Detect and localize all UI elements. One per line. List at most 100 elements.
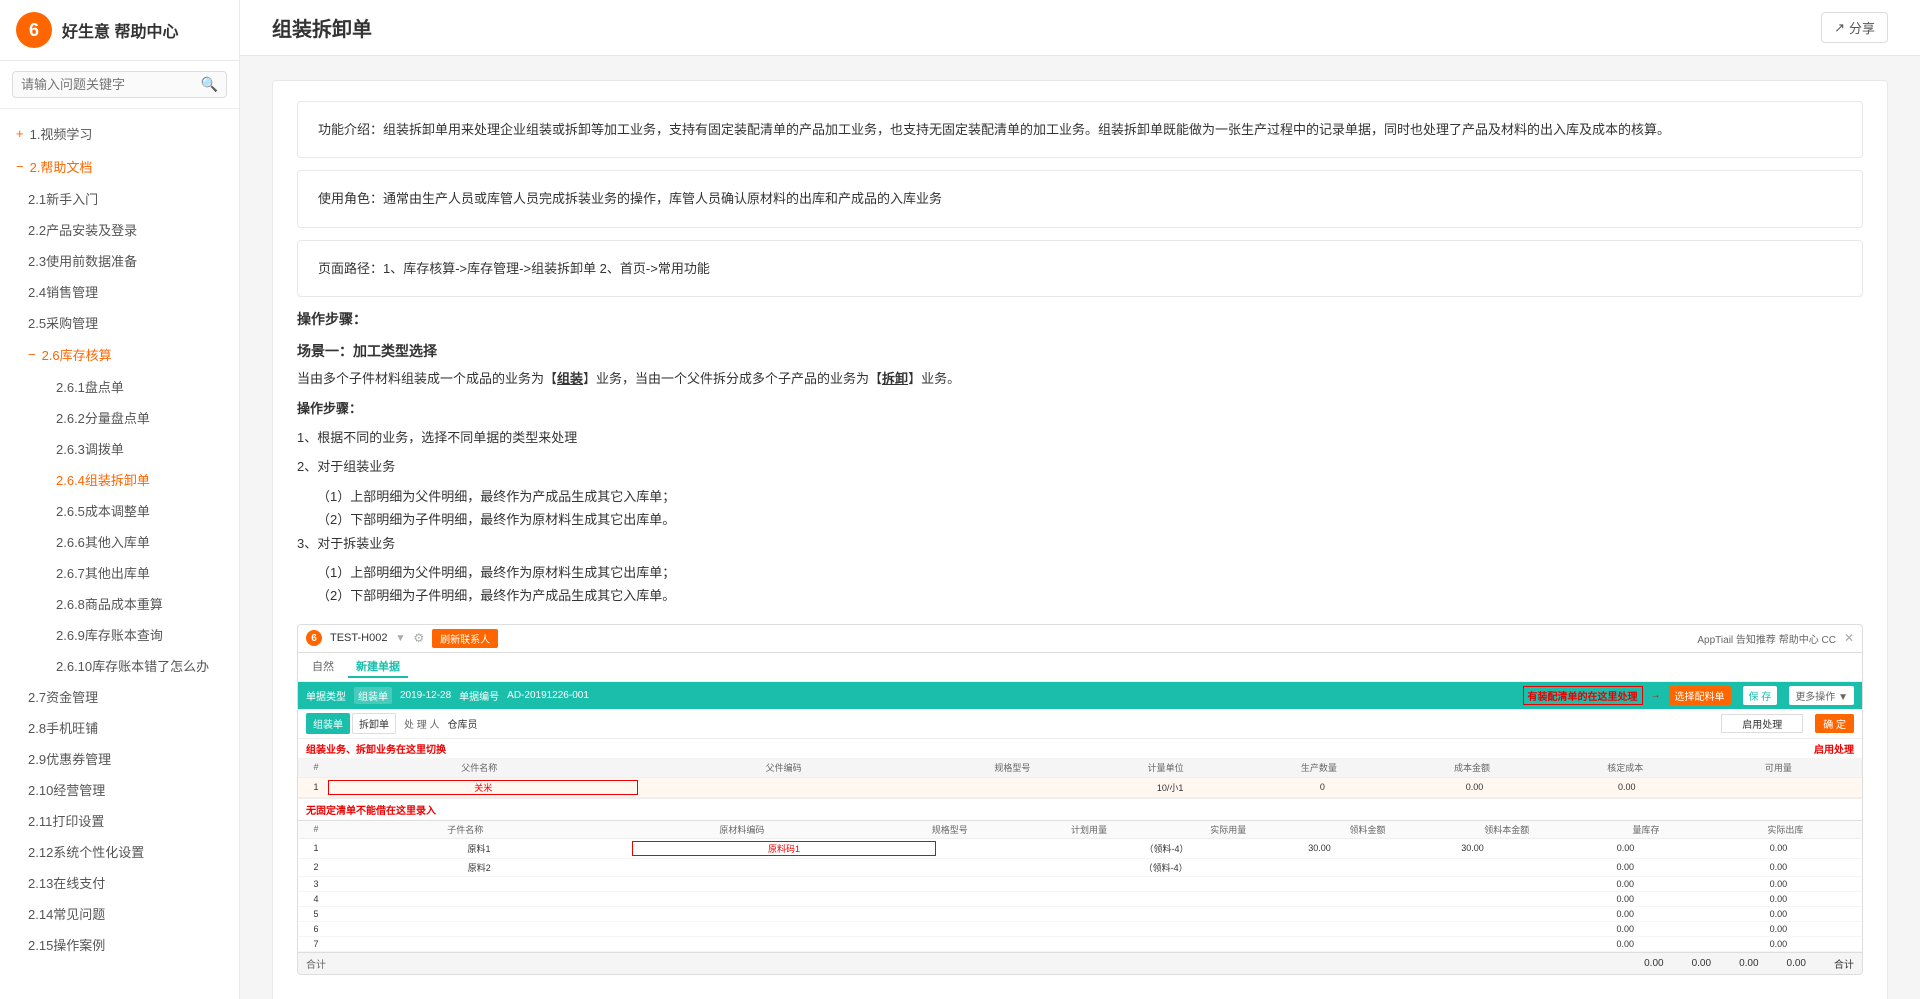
ss-sub-col-pick-amt: 领料金额 xyxy=(1299,823,1436,836)
sidebar-item-2-14[interactable]: 2.14常见问题 xyxy=(28,898,239,929)
ss-sub-table-header: # 子件名称 原材料编码 规格型号 计划用量 实际用量 领料金额 领料本金额 量… xyxy=(298,820,1862,839)
ss-confirm-btn[interactable]: 确 定 xyxy=(1815,714,1854,733)
ss-type-select: 组装单 xyxy=(354,687,392,704)
ss-sub-annotation-row: 无固定清单不能借在这里录入 xyxy=(298,798,1862,820)
sidebar-item-2-10[interactable]: 2.10经营管理 xyxy=(28,774,239,805)
ss-top-icons: AppTiail 告知推荐 帮助中心 CC xyxy=(1697,631,1836,646)
sidebar-item-2-5[interactable]: 2.5采购管理 xyxy=(28,307,239,338)
ss-gear-icon: ⚙ xyxy=(413,631,424,645)
sidebar-item-2-6-3[interactable]: 2.6.3调拨单 xyxy=(56,433,239,464)
ss-teal-bar: 单据类型 组装单 2019-12-28 单据编号 AD-20191226-001… xyxy=(298,682,1862,709)
sidebar-item-2-6-9[interactable]: 2.6.9库存账本查询 xyxy=(56,619,239,650)
share-label: 分享 xyxy=(1849,18,1875,37)
ss-footer: 合计 0.00 0.00 0.00 0.00 合计 xyxy=(298,952,1862,974)
step3-sub1: （1）上部明细为父件明细，最终作为原材料生成其它出库单； xyxy=(317,561,1863,584)
sidebar-item-2-8[interactable]: 2.8手机旺铺 xyxy=(28,712,239,743)
ss-col-spec: 规格型号 xyxy=(937,761,1088,774)
ss-cell-unit: 10/小1 xyxy=(1095,781,1245,794)
sidebar-item-2-6-1[interactable]: 2.6.1盘点单 xyxy=(56,371,239,402)
ss-logo: 6 xyxy=(306,630,322,646)
ss-annotation-switch: 组装业务、拆卸业务在这里切换 xyxy=(306,741,446,756)
ss-btn-assemble[interactable]: 组装单 xyxy=(306,713,350,734)
nav-tree: + 1.视频学习 − 2.帮助文档 2.1新手入门 2.2产品安装及登录 2.3… xyxy=(0,109,239,999)
ss-sub-row-4: 4 0.00 0.00 xyxy=(298,892,1862,907)
ss-enable-input[interactable]: 启用处理 xyxy=(1721,714,1803,733)
ss-col-avail: 可用量 xyxy=(1703,761,1854,774)
sidebar-item-2-13[interactable]: 2.13在线支付 xyxy=(28,867,239,898)
ss-close-icon[interactable]: ✕ xyxy=(1844,631,1854,645)
sidebar-item-2-4[interactable]: 2.4销售管理 xyxy=(28,276,239,307)
sidebar-item-2-11[interactable]: 2.11打印设置 xyxy=(28,805,239,836)
sidebar-item-label: 1.视频学习 xyxy=(30,124,93,143)
ss-sub-row-3: 3 0.00 0.00 xyxy=(298,877,1862,892)
sidebar-item-2-12[interactable]: 2.12系统个性化设置 xyxy=(28,836,239,867)
search-box: 🔍 xyxy=(0,61,239,109)
sidebar-item-2-6-5[interactable]: 2.6.5成本调整单 xyxy=(56,495,239,526)
sidebar-item-label: 2.帮助文档 xyxy=(30,157,93,176)
content-section: 功能介绍：组装拆卸单用来处理企业组装或拆卸等加工业务，支持有固定装配清单的产品加… xyxy=(272,80,1888,999)
ss-dropdown-icon: ▼ xyxy=(395,633,405,644)
path-text: 页面路径：1、库存核算->库存管理->组装拆卸单 2、首页->常用功能 xyxy=(318,257,1842,280)
sidebar-header: 6 好生意 帮助中心 xyxy=(0,0,239,61)
sidebar-item-2-3[interactable]: 2.3使用前数据准备 xyxy=(28,245,239,276)
ss-btn-disassemble[interactable]: 拆卸单 xyxy=(352,713,396,734)
sidebar-item-2-1[interactable]: 2.1新手入门 xyxy=(28,183,239,214)
sidebar-item-2-2[interactable]: 2.2产品安装及登录 xyxy=(28,214,239,245)
ss-form-row: 组装单 拆卸单 处 理 人 仓库员 启用处理 确 定 xyxy=(298,709,1862,739)
ss-save-btn[interactable]: 保 存 xyxy=(1743,686,1778,705)
ss-dept-label: 处 理 人 xyxy=(404,716,440,731)
ss-doc-type-label: 单据类型 xyxy=(306,688,346,703)
ss-col-fixed-cost: 核定成本 xyxy=(1550,761,1701,774)
step2-sub1: （1）上部明细为父件明细，最终作为产成品生成其它入库单； xyxy=(317,485,1863,508)
ss-sub-col-num: # xyxy=(306,824,326,834)
main-content: 功能介绍：组装拆卸单用来处理企业组装或拆卸等加工业务，支持有固定装配清单的产品加… xyxy=(240,56,1920,999)
share-button[interactable]: ↗ 分享 xyxy=(1821,12,1888,43)
scene1-steps-label: 操作步骤： xyxy=(297,397,1863,420)
collapse-icon-2-6: − xyxy=(28,347,36,362)
sidebar-sub-help: 2.1新手入门 2.2产品安装及登录 2.3使用前数据准备 2.4销售管理 2.… xyxy=(0,183,239,960)
sidebar-item-2-7[interactable]: 2.7资金管理 xyxy=(28,681,239,712)
search-input[interactable] xyxy=(21,77,201,92)
sidebar-item-2-15[interactable]: 2.15操作案例 xyxy=(28,929,239,960)
ss-more-btn[interactable]: 更多操作 ▼ xyxy=(1789,686,1854,705)
sidebar: 6 好生意 帮助中心 🔍 + 1.视频学习 − 2.帮助文档 2.1新手入门 2… xyxy=(0,0,240,999)
ss-sub-row-5: 5 0.00 0.00 xyxy=(298,907,1862,922)
sidebar-item-2-6-6[interactable]: 2.6.6其他入库单 xyxy=(56,526,239,557)
ss-tab-natural[interactable]: 自然 xyxy=(304,656,342,678)
sidebar-item-2-9[interactable]: 2.9优惠券管理 xyxy=(28,743,239,774)
ss-cell-cost-amt: 0.00 xyxy=(1399,782,1549,792)
ss-cell-prod-qty: 0 xyxy=(1247,782,1397,792)
ss-tab-new[interactable]: 新建单据 xyxy=(348,656,408,678)
ss-doc-num-label: 单据编号 xyxy=(459,688,499,703)
sidebar-item-2-6-7[interactable]: 2.6.7其他出库单 xyxy=(56,557,239,588)
sidebar-item-2-6-2[interactable]: 2.6.2分量盘点单 xyxy=(56,402,239,433)
search-icon[interactable]: 🔍 xyxy=(201,76,218,93)
ss-company-id: TEST-H002 xyxy=(330,632,387,644)
ss-sub-row-6: 6 0.00 0.00 xyxy=(298,922,1862,937)
ss-sub-col-spec: 规格型号 xyxy=(881,823,1018,836)
sidebar-item-2-6-10[interactable]: 2.6.10库存账本错了怎么办 xyxy=(56,650,239,681)
sidebar-item-2-6-4[interactable]: 2.6.4组装拆卸单 xyxy=(56,464,239,495)
ss-sub-col-code: 原材料编码 xyxy=(605,823,880,836)
ss-col-cost: 成本金额 xyxy=(1396,761,1547,774)
sidebar-item-2-6-8[interactable]: 2.6.8商品成本重算 xyxy=(56,588,239,619)
step3-list: （1）上部明细为父件明细，最终作为原材料生成其它出库单； （2）下部明细为子件明… xyxy=(297,561,1863,608)
path-block: 页面路径：1、库存核算->库存管理->组装拆卸单 2、首页->常用功能 xyxy=(297,240,1863,297)
ss-annotation-enable: 启用处理 xyxy=(1814,741,1854,756)
role-block: 使用角色：通常由生产人员或库管人员完成拆装业务的操作，库管人员确认原材料的出库和… xyxy=(297,170,1863,227)
role-text: 使用角色：通常由生产人员或库管人员完成拆装业务的操作，库管人员确认原材料的出库和… xyxy=(318,187,1842,210)
ss-refresh-btn[interactable]: 刷新联系人 xyxy=(432,629,498,648)
sidebar-sub-2-6: 2.6.1盘点单 2.6.2分量盘点单 2.6.3调拨单 2.6.4组装拆卸单 … xyxy=(28,371,239,681)
sidebar-item-2-6[interactable]: − 2.6库存核算 xyxy=(28,338,239,371)
ss-type-btns: 组装单 拆卸单 xyxy=(306,713,396,734)
sidebar-item-help[interactable]: − 2.帮助文档 xyxy=(0,150,239,183)
ss-annotation-fixed: 有装配清单的在这里处理 xyxy=(1523,686,1643,705)
ss-arrow-right: → xyxy=(1651,690,1661,701)
screenshot-wrapper: 6 TEST-H002 ▼ ⚙ 刷新联系人 AppTiail 告知推荐 帮助中心… xyxy=(297,624,1863,975)
ss-total-3: 0.00 xyxy=(1739,958,1778,969)
ss-select-config-btn[interactable]: 选择配料单 xyxy=(1669,686,1731,705)
ss-sub-row-7: 7 0.00 0.00 xyxy=(298,937,1862,952)
logo-icon: 6 xyxy=(16,12,52,48)
sidebar-item-video[interactable]: + 1.视频学习 xyxy=(0,117,239,150)
ss-annotation-row: 组装业务、拆卸业务在这里切换 启用处理 xyxy=(298,739,1862,758)
